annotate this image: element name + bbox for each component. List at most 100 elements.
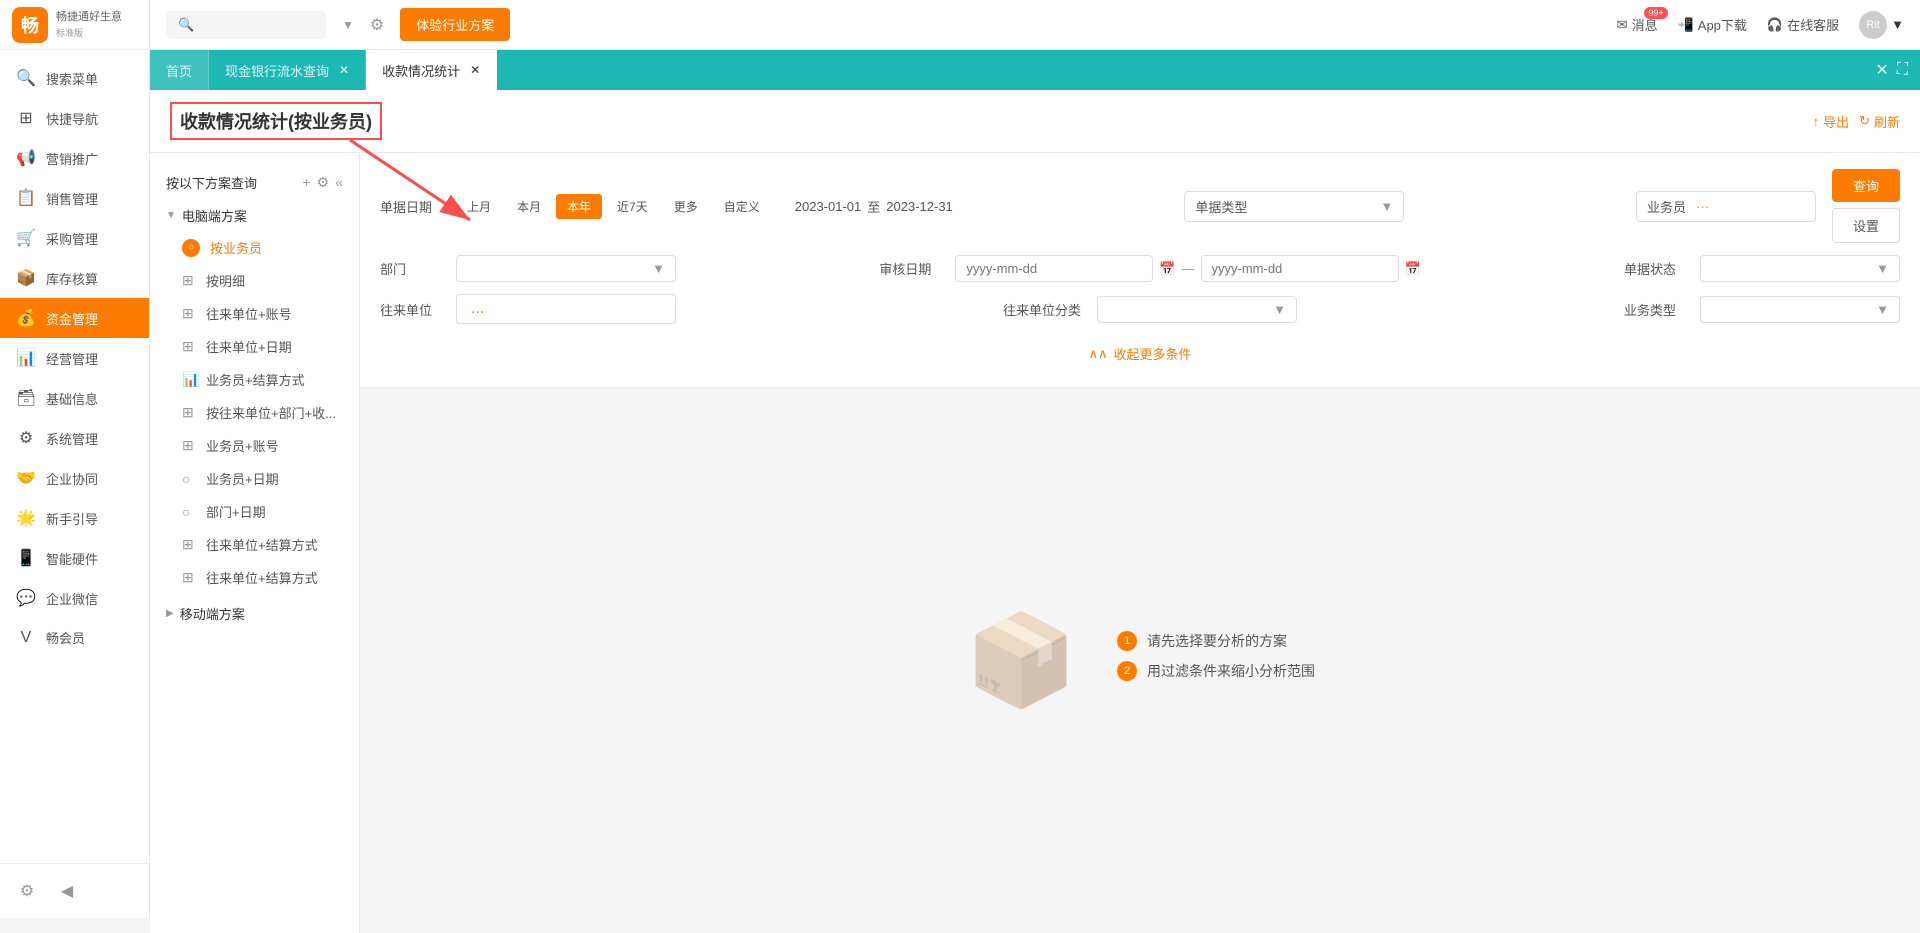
sidebar-bottom: ⚙ ◀ — [0, 863, 149, 918]
basic-icon: 🗃 — [16, 388, 36, 408]
date-dash: — — [1182, 261, 1195, 276]
tab-home[interactable]: 首页 — [150, 50, 209, 90]
purchase-icon: 🛒 — [16, 228, 36, 248]
step-2-text: 用过滤条件来缩小分析范围 — [1147, 661, 1315, 681]
scheme-collapse-btn[interactable]: « — [335, 174, 343, 191]
client-more-btn[interactable]: ... — [471, 300, 484, 318]
tab-bank[interactable]: 现金银行流水查询 ✕ — [209, 50, 366, 90]
set-btn[interactable]: 设置 — [1832, 208, 1900, 243]
export-btn[interactable]: ↑ 导出 — [1813, 112, 1850, 131]
scheme-item-salesman-date[interactable]: ○ 业务员+日期 — [150, 462, 359, 495]
sidebar-item-guide[interactable]: 🌟 新手引导 — [0, 498, 149, 538]
scheme-icon-salesman-acct: ⊞ — [182, 437, 198, 454]
sidebar-settings-btn[interactable]: ⚙ — [12, 876, 42, 906]
sales-icon: 📋 — [16, 188, 36, 208]
sidebar-item-inventory[interactable]: 📦 库存核算 — [0, 258, 149, 298]
date-tab-custom[interactable]: 自定义 — [713, 194, 771, 219]
quicknav-icon: ⊞ — [16, 108, 36, 128]
topbar-gear-icon[interactable]: ⚙ — [370, 15, 384, 35]
scheme-item-dept-date-label: 部门+日期 — [206, 502, 266, 521]
scheme-item-detail-label: 按明细 — [206, 271, 245, 290]
messages-btn[interactable]: ✉ 消息 99+ — [1617, 15, 1658, 34]
tab-receipts-close[interactable]: ✕ — [470, 63, 480, 77]
sidebar-item-sales[interactable]: 📋 销售管理 — [0, 178, 149, 218]
step-1-num: 1 — [1117, 631, 1137, 651]
tabs-close-all-icon[interactable]: ✕ — [1875, 60, 1888, 80]
service-icon: 🎧 — [1767, 17, 1783, 33]
wechat-icon: 💬 — [16, 588, 36, 608]
client-category-select[interactable]: ▼ — [1097, 296, 1297, 323]
app-download-btn[interactable]: 📲 App下载 — [1678, 15, 1747, 34]
scheme-item-by-salesman[interactable]: ○ 按业务员 — [150, 231, 359, 264]
sidebar: 畅 畅捷通好生意 标准版 🔍 搜索菜单 ⊞ 快捷导航 📢 营销推广 📋 销售管理… — [0, 0, 150, 918]
review-date-label: 审核日期 — [879, 259, 939, 278]
sidebar-item-enterprise[interactable]: 🤝 企业协同 — [0, 458, 149, 498]
salesman-more-icon[interactable]: ··· — [1696, 199, 1709, 214]
scheme-item-client-account[interactable]: ⊞ 往来单位+账号 — [150, 297, 359, 330]
biz-type-select[interactable]: ▼ — [1700, 296, 1900, 323]
sidebar-item-purchase[interactable]: 🛒 采购管理 — [0, 218, 149, 258]
member-icon: V — [16, 629, 36, 647]
sidebar-item-system[interactable]: ⚙ 系统管理 — [0, 418, 149, 458]
scheme-add-btn[interactable]: + — [302, 174, 310, 191]
salesman-select[interactable]: 业务员 ··· — [1636, 191, 1816, 222]
client-select[interactable]: ... — [456, 294, 676, 324]
page-title: 收款情况统计(按业务员) — [170, 102, 382, 140]
dept-select[interactable]: ▼ — [456, 255, 676, 282]
topbar-search[interactable]: 🔍 — [166, 11, 326, 39]
sidebar-item-operation[interactable]: 📊 经营管理 — [0, 338, 149, 378]
biz-type-chevron: ▼ — [1876, 302, 1889, 317]
sidebar-item-wechat[interactable]: 💬 企业微信 — [0, 578, 149, 618]
logo-icon: 畅 — [12, 7, 48, 43]
sidebar-item-marketing[interactable]: 📢 营销推广 — [0, 138, 149, 178]
query-btn[interactable]: 查询 — [1832, 169, 1900, 202]
sidebar-item-member[interactable]: V 畅会员 — [0, 618, 149, 657]
scheme-item-client-dept[interactable]: ⊞ 按往来单位+部门+收... — [150, 396, 359, 429]
collapse-label: 收起更多条件 — [1114, 344, 1192, 363]
sidebar-item-hardware[interactable]: 📱 智能硬件 — [0, 538, 149, 578]
review-date-to[interactable] — [1201, 255, 1399, 282]
date-tab-7days[interactable]: 近7天 — [606, 194, 659, 219]
scheme-item-client-settle2[interactable]: ⊞ 往来单位+结算方式 — [150, 561, 359, 594]
refresh-btn[interactable]: ↻ 刷新 — [1859, 112, 1900, 131]
page-content: 收款情况统计(按业务员) ↑ 导出 ↻ 刷新 按以下方案查询 + — [150, 90, 1920, 933]
scheme-item-salesman-account[interactable]: ⊞ 业务员+账号 — [150, 429, 359, 462]
sidebar-label-operation: 经营管理 — [46, 349, 98, 368]
tab-bank-close[interactable]: ✕ — [339, 63, 349, 77]
scheme-item-dept-date[interactable]: ○ 部门+日期 — [150, 495, 359, 528]
user-menu[interactable]: Rit ▼ — [1859, 11, 1904, 39]
tab-receipts[interactable]: 收款情况统计 ✕ — [366, 50, 497, 90]
content-area: 按以下方案查询 + ⚙ « ▼ 电脑端方案 ○ 按业务员 — [150, 153, 1920, 933]
scheme-item-salesman-settle[interactable]: 📊 业务员+结算方式 — [150, 363, 359, 396]
doc-status-select[interactable]: ▼ — [1700, 255, 1900, 282]
scheme-icon-cs1: ⊞ — [182, 536, 198, 553]
scheme-settings-btn[interactable]: ⚙ — [317, 174, 330, 191]
mobile-scheme-title[interactable]: ▶ 移动端方案 — [150, 598, 359, 629]
calendar-from-icon[interactable]: 📅 — [1159, 261, 1175, 277]
sidebar-item-quicknav[interactable]: ⊞ 快捷导航 — [0, 98, 149, 138]
date-tab-this-year[interactable]: 本年 — [556, 194, 602, 219]
review-date-from[interactable] — [955, 255, 1153, 282]
scheme-panel: 按以下方案查询 + ⚙ « ▼ 电脑端方案 ○ 按业务员 — [150, 153, 360, 933]
scheme-item-client-date[interactable]: ⊞ 往来单位+日期 — [150, 330, 359, 363]
scheme-item-salesman-acct-label: 业务员+账号 — [206, 436, 279, 455]
sidebar-item-capital[interactable]: 💰 资金管理 — [0, 298, 149, 338]
collapse-more-btn[interactable]: ∧∧ 收起更多条件 — [1080, 336, 1199, 371]
online-service-btn[interactable]: 🎧 在线客服 — [1767, 15, 1839, 34]
scheme-item-by-detail[interactable]: ⊞ 按明细 — [150, 264, 359, 297]
step-2-num: 2 — [1117, 661, 1137, 681]
trial-btn[interactable]: 体验行业方案 — [400, 8, 510, 41]
calendar-to-icon[interactable]: 📅 — [1405, 261, 1421, 277]
date-tab-last-month[interactable]: 上月 — [456, 194, 502, 219]
tabs-expand-icon[interactable]: ⛶ — [1897, 61, 1908, 79]
date-tab-this-month[interactable]: 本月 — [506, 194, 552, 219]
date-tab-more[interactable]: 更多 — [663, 194, 709, 219]
doc-type-select[interactable]: 单据类型 ▼ — [1184, 191, 1404, 222]
sidebar-item-basic[interactable]: 🗃 基础信息 — [0, 378, 149, 418]
sidebar-collapse-btn[interactable]: ◀ — [52, 876, 82, 906]
desktop-scheme-title[interactable]: ▼ 电脑端方案 — [150, 200, 359, 231]
scheme-item-client-settle1[interactable]: ⊞ 往来单位+结算方式 — [150, 528, 359, 561]
sidebar-item-search[interactable]: 🔍 搜索菜单 — [0, 58, 149, 98]
query-actions: 查询 设置 — [1832, 169, 1900, 243]
sidebar-label-search: 搜索菜单 — [46, 69, 98, 88]
